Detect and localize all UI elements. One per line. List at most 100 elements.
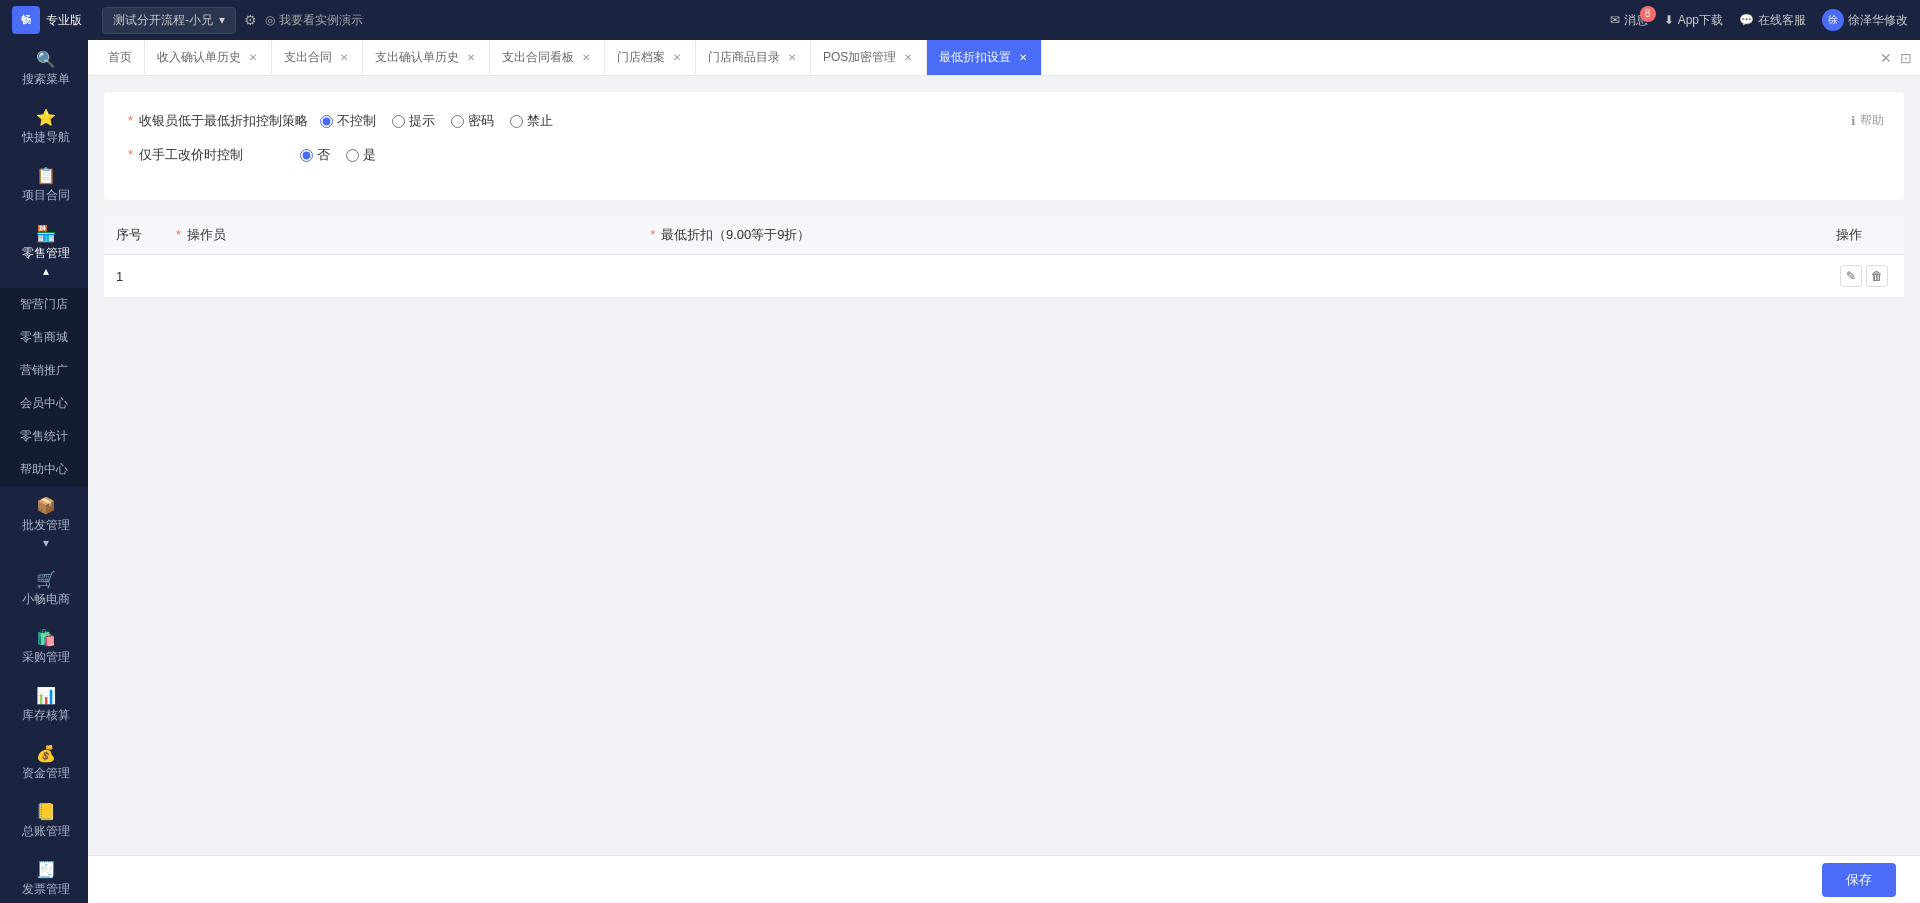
- tab-close-icon[interactable]: ✕: [580, 50, 592, 65]
- tab-close-icon[interactable]: ✕: [786, 50, 798, 65]
- tab-income-history[interactable]: 收入确认单历史 ✕: [145, 40, 272, 76]
- sidebar-sub-label: 帮助中心: [20, 462, 68, 476]
- tab-label: 支出合同看板: [502, 49, 574, 66]
- sidebar-item-label: 资金管理: [22, 765, 70, 782]
- radio-remind[interactable]: 提示: [392, 112, 435, 130]
- sidebar-item-ecommerce[interactable]: 🛒 小畅电商: [0, 560, 88, 618]
- radio-no-control[interactable]: 不控制: [320, 112, 376, 130]
- finance-icon: 💰: [36, 744, 56, 763]
- edit-button[interactable]: ✎: [1840, 265, 1862, 287]
- demo-label: 我要看实例演示: [279, 12, 363, 29]
- delete-button[interactable]: 🗑: [1866, 265, 1888, 287]
- help-circle-icon: ℹ: [1851, 114, 1856, 128]
- tab-store-file[interactable]: 门店档案 ✕: [605, 40, 696, 76]
- sidebar-item-smart-store[interactable]: 智营门店: [0, 288, 88, 321]
- col-header-operator: * 操作员: [164, 216, 638, 255]
- sidebar-item-label: 采购管理: [22, 649, 70, 666]
- sidebar-item-quicknav[interactable]: ⭐ 快捷导航: [0, 98, 88, 156]
- tab-min-discount[interactable]: 最低折扣设置 ✕: [927, 40, 1042, 76]
- sidebar-item-retail-mall[interactable]: 零售商城: [0, 321, 88, 354]
- radio-group-field2: 否 是: [300, 146, 376, 164]
- topbar-settings-icon[interactable]: ⚙: [244, 12, 257, 28]
- inventory-icon: 📊: [36, 686, 56, 705]
- sidebar-item-label: 项目合同: [22, 187, 70, 204]
- sidebar-item-inventory[interactable]: 📊 库存核算: [0, 676, 88, 734]
- radio-no[interactable]: 否: [300, 146, 330, 164]
- app-name: 专业版: [46, 12, 82, 29]
- tab-close-icon[interactable]: ✕: [338, 50, 350, 65]
- tab-label: 最低折扣设置: [939, 49, 1011, 66]
- logo-icon: 畅: [12, 6, 40, 34]
- sidebar-item-contract[interactable]: 📋 项目合同: [0, 156, 88, 214]
- radio-password[interactable]: 密码: [451, 112, 494, 130]
- save-button[interactable]: 保存: [1822, 863, 1896, 897]
- ledger-icon: 📒: [36, 802, 56, 821]
- tab-pos-password[interactable]: POS加密管理 ✕: [811, 40, 927, 76]
- tab-label: POS加密管理: [823, 49, 896, 66]
- tab-label: 门店档案: [617, 49, 665, 66]
- tab-payment-contract[interactable]: 支出合同 ✕: [272, 40, 363, 76]
- cell-operator: [164, 255, 638, 298]
- chevron-down-icon: ▾: [219, 13, 225, 27]
- app-download-button[interactable]: ⬇ App下载: [1664, 12, 1723, 29]
- main-layout: 🔍 搜索菜单 ⭐ 快捷导航 📋 项目合同 🏪 零售管理 ▴ 智营门店 零售商城 …: [0, 40, 1920, 903]
- online-service-button[interactable]: 💬 在线客服: [1739, 12, 1806, 29]
- demo-link[interactable]: ◎ 我要看实例演示: [265, 12, 363, 29]
- tab-payment-history[interactable]: 支出确认单历史 ✕: [363, 40, 490, 76]
- retail-icon: 🏪: [36, 224, 56, 243]
- sidebar-item-marketing[interactable]: 营销推广: [0, 354, 88, 387]
- cell-seq: 1: [104, 255, 164, 298]
- sidebar-item-search[interactable]: 🔍 搜索菜单: [0, 40, 88, 98]
- cell-min-discount: [638, 255, 1824, 298]
- sidebar-item-finance[interactable]: 💰 资金管理: [0, 734, 88, 792]
- sidebar-item-wholesale[interactable]: 📦 批发管理 ▾: [0, 486, 88, 560]
- sidebar-item-label: 库存核算: [22, 707, 70, 724]
- col-header-actions: 操作: [1824, 216, 1904, 255]
- radio-yes[interactable]: 是: [346, 146, 376, 164]
- tab-close-icon[interactable]: ✕: [902, 50, 914, 65]
- radio-group-field1: 不控制 提示 密码 禁止: [320, 112, 553, 130]
- radio-forbid[interactable]: 禁止: [510, 112, 553, 130]
- tab-close-icon[interactable]: ✕: [247, 50, 259, 65]
- sidebar-item-invoice[interactable]: 🧾 发票管理: [0, 850, 88, 903]
- help-label: 帮助: [1860, 112, 1884, 129]
- tab-close-all-icon[interactable]: ✕: [1880, 50, 1892, 66]
- message-button[interactable]: ✉ 消息 8: [1610, 12, 1648, 29]
- sidebar-sub-label: 营销推广: [20, 363, 68, 377]
- tab-close-icon[interactable]: ✕: [465, 50, 477, 65]
- tab-payment-board[interactable]: 支出合同看板 ✕: [490, 40, 605, 76]
- download-icon: ⬇: [1664, 13, 1674, 27]
- tab-close-icon[interactable]: ✕: [671, 50, 683, 65]
- required-mark: *: [128, 147, 133, 162]
- sidebar-item-member[interactable]: 会员中心: [0, 387, 88, 420]
- form-row-field1: * 收银员低于最低折扣控制策略 不控制 提示: [128, 112, 1880, 130]
- online-service-label: 在线客服: [1758, 12, 1806, 29]
- project-selector[interactable]: 测试分开流程-小兄 ▾: [102, 7, 236, 34]
- sidebar-item-retail-stats[interactable]: 零售统计: [0, 420, 88, 453]
- tab-store-goods[interactable]: 门店商品目录 ✕: [696, 40, 811, 76]
- tab-more-icon[interactable]: ⊡: [1900, 50, 1912, 66]
- user-menu[interactable]: 徐 徐泽华修改: [1822, 9, 1908, 31]
- sidebar-item-help[interactable]: 帮助中心: [0, 453, 88, 486]
- tab-home[interactable]: 首页: [96, 40, 145, 76]
- tab-bar-right: ✕ ⊡: [1872, 50, 1912, 66]
- sidebar-item-label: 小畅电商: [22, 591, 70, 608]
- sidebar-item-retail[interactable]: 🏪 零售管理 ▴: [0, 214, 88, 288]
- bottom-bar: 保存: [88, 855, 1920, 903]
- tab-label: 支出合同: [284, 49, 332, 66]
- tab-close-icon[interactable]: ✕: [1017, 50, 1029, 65]
- topbar: 畅 专业版 测试分开流程-小兄 ▾ ⚙ ◎ 我要看实例演示 ✉ 消息 8 ⬇ A…: [0, 0, 1920, 40]
- table-header-row: 序号 * 操作员 * 最低折扣（9.00等于9折） 操作: [104, 216, 1904, 255]
- sidebar-item-label: 搜索菜单: [22, 71, 70, 88]
- sidebar-sub-label: 零售统计: [20, 429, 68, 443]
- sidebar-item-purchase[interactable]: 🛍️ 采购管理: [0, 618, 88, 676]
- user-name: 徐泽华修改: [1848, 12, 1908, 29]
- cell-actions: ✎ 🗑: [1824, 255, 1904, 298]
- circle-icon: ◎: [265, 13, 275, 27]
- sidebar-item-ledger[interactable]: 📒 总账管理: [0, 792, 88, 850]
- sidebar-item-label: 零售管理: [22, 245, 70, 262]
- discount-table: 序号 * 操作员 * 最低折扣（9.00等于9折） 操作: [104, 216, 1904, 298]
- form-label-field1: * 收银员低于最低折扣控制策略: [128, 112, 308, 130]
- wholesale-icon: 📦: [36, 496, 56, 515]
- help-button[interactable]: ℹ 帮助: [1851, 112, 1884, 129]
